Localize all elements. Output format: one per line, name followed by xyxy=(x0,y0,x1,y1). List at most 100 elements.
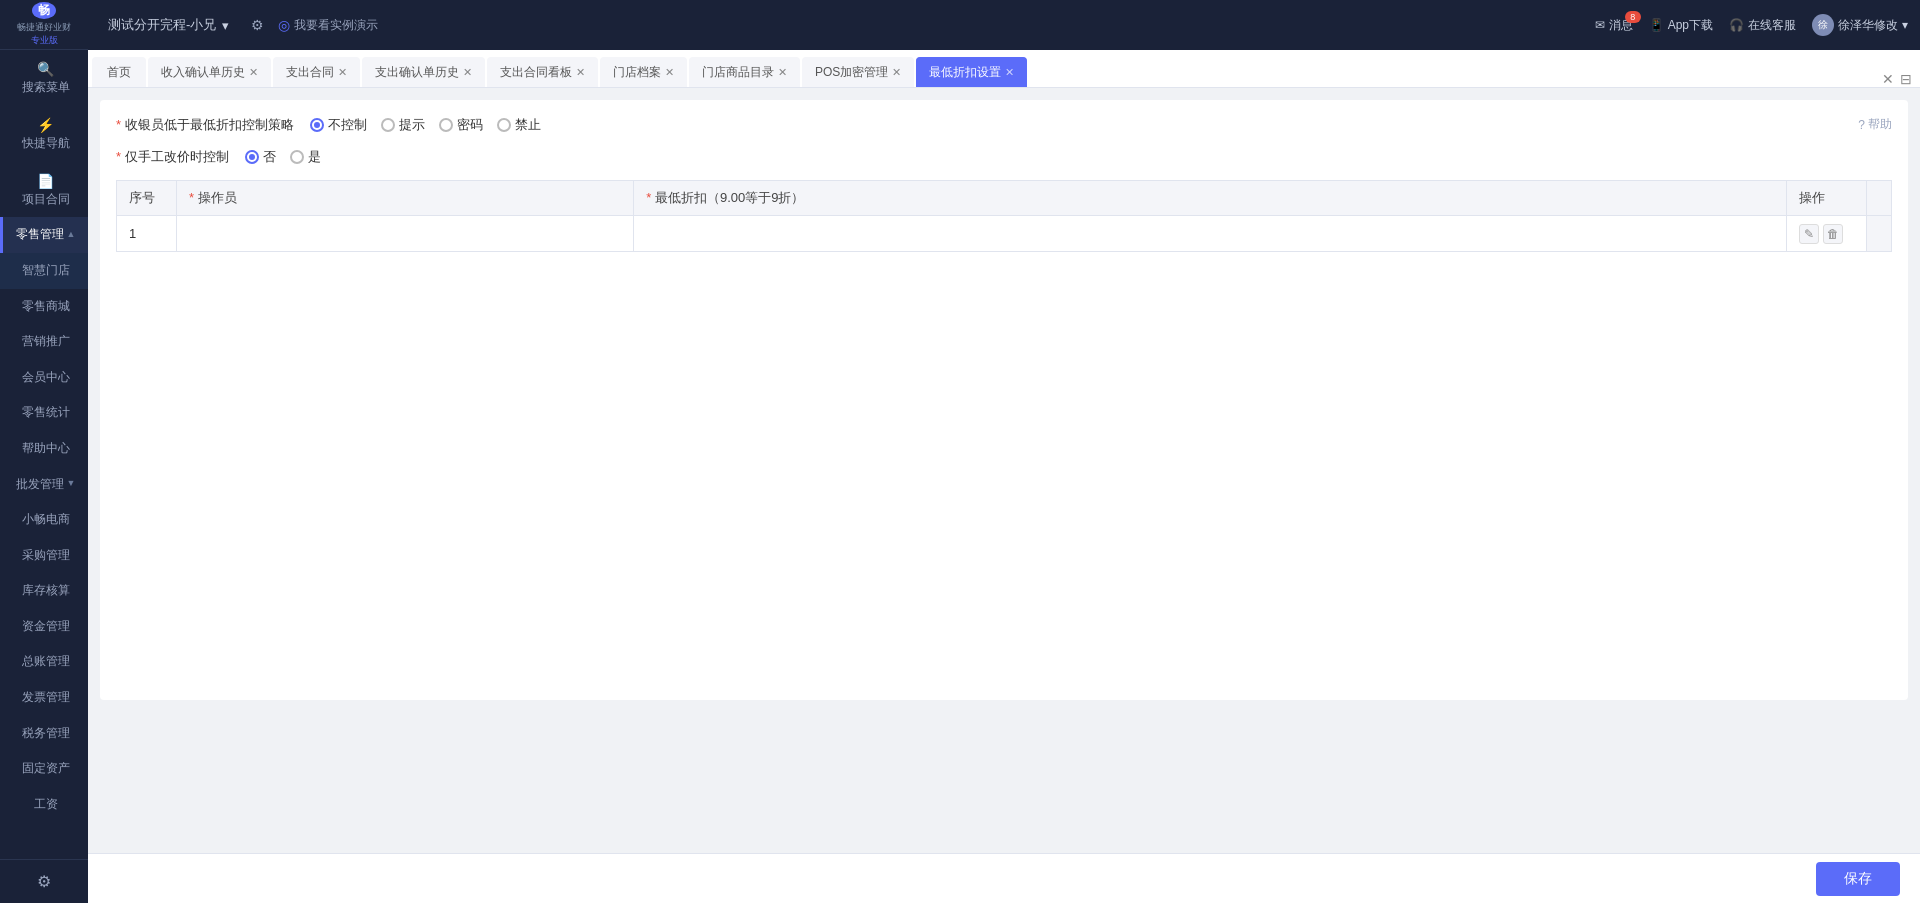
sidebar-item-retail-stats-label: 零售统计 xyxy=(22,405,70,421)
tab-payment-board[interactable]: 支出合同看板 ✕ xyxy=(487,57,598,87)
page-content: ? 帮助 * 收银员低于最低折扣控制策略 不控制 提示 xyxy=(88,88,1920,853)
sidebar-item-project-contract[interactable]: 📄 项目合同 xyxy=(0,162,88,218)
tab-payment-confirm-close-icon[interactable]: ✕ xyxy=(463,67,472,78)
tab-payment-contract[interactable]: 支出合同 ✕ xyxy=(273,57,360,87)
sidebar-item-ecommerce[interactable]: 小畅电商 xyxy=(0,502,88,538)
tab-store-archive-label: 门店档案 xyxy=(613,64,661,81)
sidebar-item-invoice-label: 发票管理 xyxy=(22,690,70,706)
save-button[interactable]: 保存 xyxy=(1816,862,1900,896)
manual-price-radio-group: 否 是 xyxy=(245,148,321,166)
sidebar-item-marketing[interactable]: 营销推广 xyxy=(0,324,88,360)
tab-payment-board-close-icon[interactable]: ✕ xyxy=(576,67,585,78)
radio-no[interactable]: 否 xyxy=(245,148,276,166)
tab-pos-password-close-icon[interactable]: ✕ xyxy=(892,67,901,78)
search-icon: 🔍 xyxy=(37,60,54,78)
col-operator-header: * 操作员 xyxy=(177,181,634,216)
sidebar-item-salary[interactable]: 工资 xyxy=(0,787,88,823)
user-menu[interactable]: 徐 徐泽华修改 ▾ xyxy=(1812,14,1908,36)
sidebar-item-tax[interactable]: 税务管理 xyxy=(0,716,88,752)
user-chevron-icon: ▾ xyxy=(1902,18,1908,32)
sidebar-item-fixed-assets[interactable]: 固定资产 xyxy=(0,751,88,787)
operator-required-star: * xyxy=(189,190,194,205)
sidebar-menu: 🔍 搜索菜单 ⚡ 快捷导航 📄 项目合同 零售管理 ▲ 智慧门店 零售商城 营销… xyxy=(0,50,88,859)
radio-hint-circle xyxy=(381,118,395,132)
tab-store-archive-close-icon[interactable]: ✕ xyxy=(665,67,674,78)
cell-operator[interactable] xyxy=(177,216,634,252)
contract-icon: 📄 xyxy=(37,172,54,190)
user-name: 徐泽华修改 xyxy=(1838,17,1898,34)
tab-income-history-close-icon[interactable]: ✕ xyxy=(249,67,258,78)
tab-income-history-label: 收入确认单历史 xyxy=(161,64,245,81)
sidebar-item-help-center[interactable]: 帮助中心 xyxy=(0,431,88,467)
sidebar-item-smart-store[interactable]: 智慧门店 xyxy=(0,253,88,289)
sidebar-item-finance[interactable]: 资金管理 xyxy=(0,609,88,645)
sidebar-item-invoice[interactable]: 发票管理 xyxy=(0,680,88,716)
tabbar-controls: ✕ ⊟ xyxy=(1874,71,1920,87)
avatar: 徐 xyxy=(1812,14,1834,36)
sidebar-item-ledger[interactable]: 总账管理 xyxy=(0,644,88,680)
manual-price-label: * 仅手工改价时控制 xyxy=(116,148,229,166)
sidebar-item-search[interactable]: 🔍 搜索菜单 xyxy=(0,50,88,106)
sidebar-item-shortcut[interactable]: ⚡ 快捷导航 xyxy=(0,106,88,162)
help-link[interactable]: ? 帮助 xyxy=(1858,116,1892,133)
tab-payment-contract-close-icon[interactable]: ✕ xyxy=(338,67,347,78)
table-row: 1 ✎ 🗑 xyxy=(117,216,1892,252)
radio-password-circle xyxy=(439,118,453,132)
radio-yes[interactable]: 是 xyxy=(290,148,321,166)
sidebar-item-retail-management[interactable]: 零售管理 ▲ xyxy=(0,217,88,253)
app-logo: 畅 畅捷通好业财 专业版 xyxy=(0,0,88,50)
radio-forbid[interactable]: 禁止 xyxy=(497,116,541,134)
radio-yes-label: 是 xyxy=(308,148,321,166)
message-icon: ✉ xyxy=(1595,18,1605,32)
sidebar-item-retail-stats[interactable]: 零售统计 xyxy=(0,395,88,431)
tab-bar: 首页 收入确认单历史 ✕ 支出合同 ✕ 支出确认单历史 ✕ 支出合同看板 ✕ 门… xyxy=(88,50,1920,88)
online-support-button[interactable]: 🎧 在线客服 xyxy=(1729,17,1796,34)
tab-store-archive[interactable]: 门店档案 ✕ xyxy=(600,57,687,87)
support-icon: 🎧 xyxy=(1729,18,1744,32)
project-selector[interactable]: 测试分开完程-小兄 ▾ xyxy=(100,12,237,38)
sidebar-item-retail-mall[interactable]: 零售商城 xyxy=(0,289,88,325)
logo-subtext: 畅捷通好业财 xyxy=(17,21,71,34)
sidebar-item-salary-label: 工资 xyxy=(34,797,58,813)
required-star-2: * xyxy=(116,149,121,164)
sidebar-settings-button[interactable]: ⚙ xyxy=(0,859,88,903)
topbar-settings-icon[interactable]: ⚙ xyxy=(247,13,268,37)
tab-income-history[interactable]: 收入确认单历史 ✕ xyxy=(148,57,271,87)
sidebar-item-fixed-assets-label: 固定资产 xyxy=(22,761,70,777)
tab-home-label: 首页 xyxy=(107,64,131,81)
tab-store-product-close-icon[interactable]: ✕ xyxy=(778,67,787,78)
edit-button[interactable]: ✎ xyxy=(1799,224,1819,244)
radio-hint[interactable]: 提示 xyxy=(381,116,425,134)
discount-table: 序号 * 操作员 * 最低折扣（9.00等于9折） 操作 xyxy=(116,180,1892,252)
delete-button[interactable]: 🗑 xyxy=(1823,224,1843,244)
tab-payment-confirm-history[interactable]: 支出确认单历史 ✕ xyxy=(362,57,485,87)
tab-menu-icon[interactable]: ⊟ xyxy=(1900,71,1912,87)
sidebar-item-inventory[interactable]: 库存核算 xyxy=(0,573,88,609)
tab-min-discount-close-icon[interactable]: ✕ xyxy=(1005,67,1014,78)
message-button[interactable]: ✉ 消息 8 xyxy=(1595,17,1633,34)
sidebar-item-member-center[interactable]: 会员中心 xyxy=(0,360,88,396)
tab-payment-board-label: 支出合同看板 xyxy=(500,64,572,81)
help-text: 帮助 xyxy=(1868,116,1892,133)
project-chevron-icon: ▾ xyxy=(222,18,229,33)
tab-min-discount[interactable]: 最低折扣设置 ✕ xyxy=(916,57,1027,87)
tab-payment-contract-label: 支出合同 xyxy=(286,64,334,81)
tab-close-all-icon[interactable]: ✕ xyxy=(1882,71,1894,87)
sidebar-item-project-label: 项目合同 xyxy=(22,192,70,208)
required-star-1: * xyxy=(116,117,121,132)
project-name: 测试分开完程-小兄 xyxy=(108,16,216,34)
sidebar-item-purchase[interactable]: 采购管理 xyxy=(0,538,88,574)
tab-pos-password[interactable]: POS加密管理 ✕ xyxy=(802,57,914,87)
radio-no-control[interactable]: 不控制 xyxy=(310,116,367,134)
app-download-button[interactable]: 📱 App下载 xyxy=(1649,17,1713,34)
cell-discount[interactable] xyxy=(634,216,1787,252)
tab-store-product-catalog[interactable]: 门店商品目录 ✕ xyxy=(689,57,800,87)
sidebar-item-wholesale-label: 批发管理 xyxy=(16,477,64,493)
radio-password[interactable]: 密码 xyxy=(439,116,483,134)
demo-link[interactable]: ◎ 我要看实例演示 xyxy=(278,17,378,34)
manual-price-row: * 仅手工改价时控制 否 是 xyxy=(116,148,1892,166)
sidebar-item-ledger-label: 总账管理 xyxy=(22,654,70,670)
help-icon: ? xyxy=(1858,118,1865,132)
tab-home[interactable]: 首页 xyxy=(92,57,146,87)
sidebar-item-wholesale[interactable]: 批发管理 ▼ xyxy=(0,467,88,503)
